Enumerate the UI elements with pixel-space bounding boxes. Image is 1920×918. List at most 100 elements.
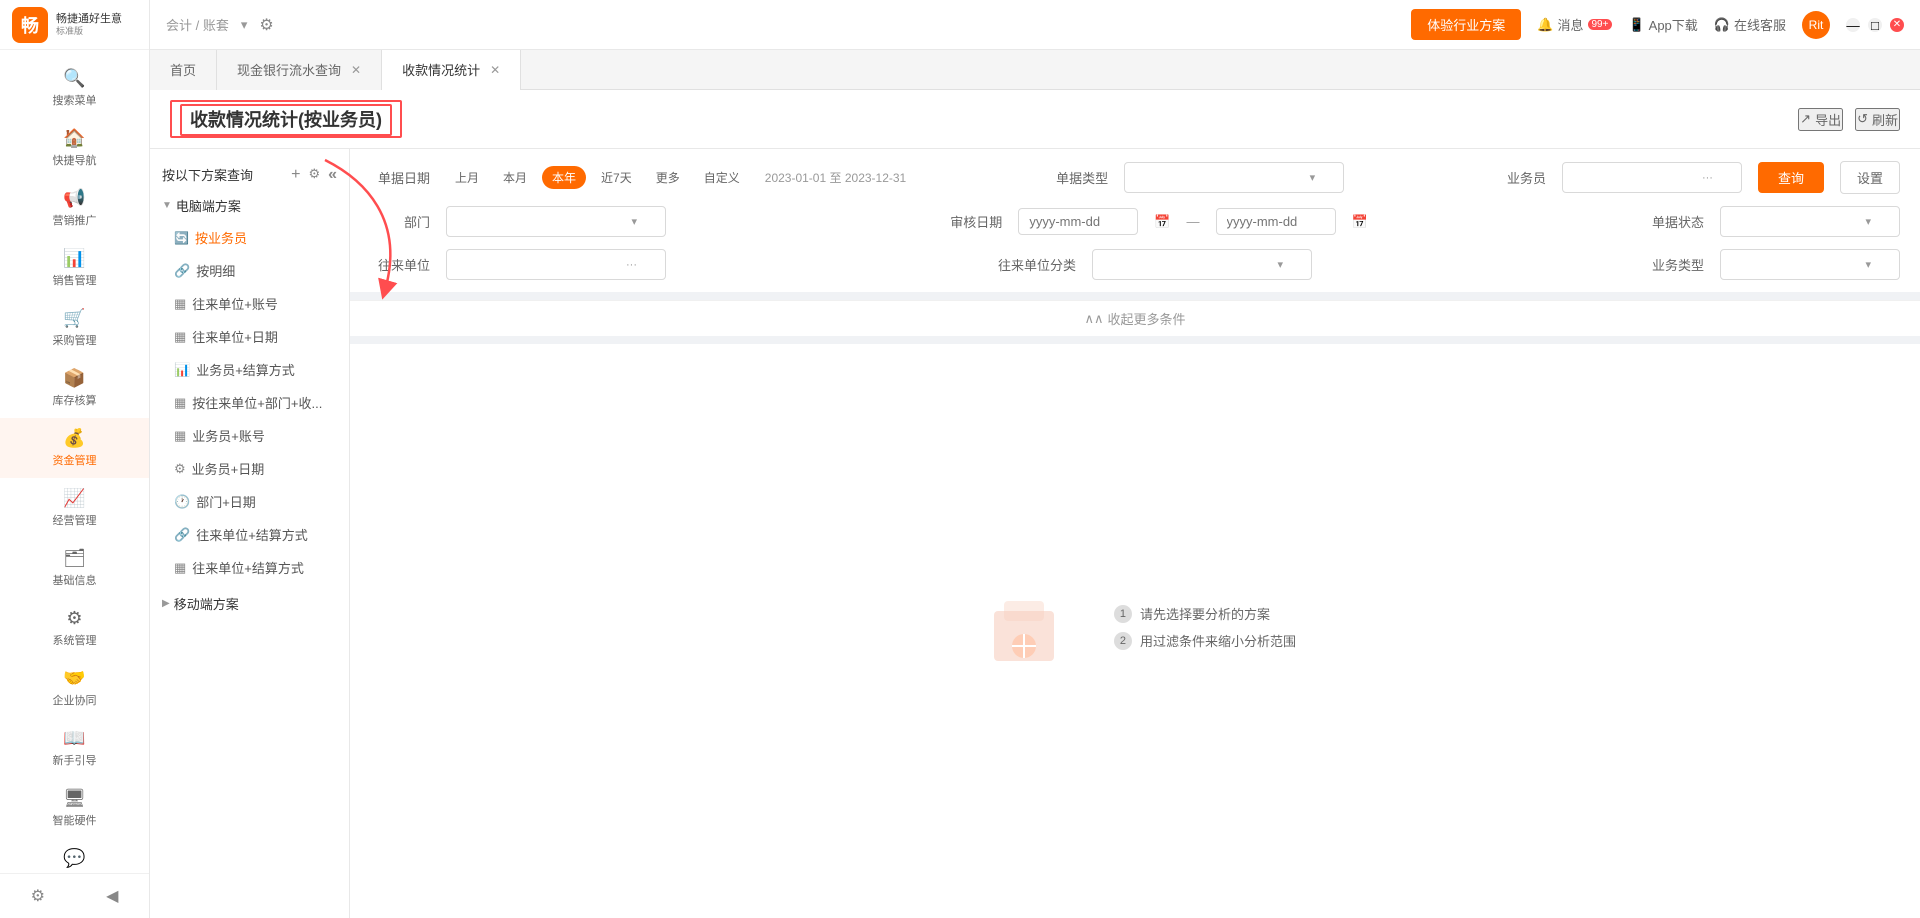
page-content: 收款情况统计(按业务员) ↗ 导出 ↺ 刷新 按以下方案查询 — [150, 90, 1920, 918]
mobile-section: ▶ 移动端方案 — [150, 588, 349, 619]
panel-add-btn[interactable]: + — [291, 166, 300, 184]
tab-receipt-stats[interactable]: 收款情况统计 ✕ — [382, 50, 521, 90]
page-title: 收款情况统计(按业务员) — [180, 104, 392, 136]
date-dash: — — [1187, 214, 1200, 229]
notification-btn[interactable]: 🔔 消息 99+ — [1537, 15, 1612, 34]
inventory-icon: 📦 — [63, 368, 85, 389]
sidebar-item-wechat[interactable]: 💬 企业微信 — [0, 838, 149, 873]
filter-area: 单据日期 上月 本月 本年 近7天 更多 自定义 2023-01-01 至 — [350, 149, 1920, 292]
sidebar-collapse-btn[interactable]: ◀ — [106, 886, 118, 906]
tab-home[interactable]: 首页 — [150, 50, 217, 90]
tab-receipt-stats-close[interactable]: ✕ — [490, 63, 500, 77]
sidebar-item-inventory[interactable]: 📦 库存核算 — [0, 358, 149, 418]
dept-select[interactable]: ▾ — [446, 206, 666, 237]
more-btn[interactable]: 更多 — [647, 165, 689, 190]
voucher-status-select[interactable]: ▾ — [1720, 206, 1900, 237]
review-date-to[interactable] — [1216, 208, 1336, 235]
maximize-btn[interactable]: □ — [1868, 18, 1882, 32]
sidebar-item-marketing[interactable]: 📢 营销推广 — [0, 178, 149, 238]
counterpart-select[interactable]: ··· — [446, 249, 666, 280]
counterpart-category-label: 往来单位分类 — [998, 255, 1076, 274]
panel-item-dept-date[interactable]: 🕐 部门+日期 — [150, 485, 349, 518]
export-btn[interactable]: ↗ 导出 — [1798, 108, 1843, 131]
salesperson-select[interactable]: ··· — [1562, 162, 1742, 193]
sidebar-item-finance[interactable]: 💰 资金管理 — [0, 418, 149, 478]
custom-btn[interactable]: 自定义 — [695, 165, 749, 190]
last-7-days-btn[interactable]: 近7天 — [592, 165, 641, 190]
panel-settings-btn[interactable]: ⚙ — [308, 166, 320, 184]
business-type-select[interactable]: ▾ — [1720, 249, 1900, 280]
sidebar-settings-btn[interactable]: ⚙ — [31, 886, 45, 906]
sidebar-item-quick-nav[interactable]: 🏠 快捷导航 — [0, 118, 149, 178]
notification-icon: 🔔 — [1537, 17, 1553, 33]
this-month-btn[interactable]: 本月 — [494, 165, 536, 190]
collapse-arrow-icon: ∧∧ — [1084, 311, 1103, 327]
breadcrumb: 会计 / 账套 — [166, 15, 229, 34]
sidebar-item-sales[interactable]: 📊 销售管理 — [0, 238, 149, 298]
enterprise-icon: 🤝 — [63, 668, 85, 689]
page-header: 收款情况统计(按业务员) ↗ 导出 ↺ 刷新 — [150, 90, 1920, 149]
close-btn[interactable]: ✕ — [1890, 18, 1904, 32]
panel-item-counterpart-account[interactable]: ▦ 往来单位+账号 — [150, 287, 349, 320]
sidebar-item-guide[interactable]: 📖 新手引导 — [0, 718, 149, 778]
empty-steps: 1 请先选择要分析的方案 2 用过滤条件来缩小分析范围 — [1114, 604, 1296, 658]
settings-btn[interactable]: 设置 — [1840, 161, 1900, 194]
sidebar-item-system[interactable]: ⚙ 系统管理 — [0, 598, 149, 658]
this-year-btn[interactable]: 本年 — [542, 166, 586, 189]
panel-item-by-salesperson[interactable]: 🔄 按业务员 — [150, 221, 349, 254]
counterpart-settlement1-icon: 🔗 — [174, 527, 190, 543]
logo-text: 畅捷通好生意 标准版 — [56, 12, 122, 38]
app-download-btn[interactable]: 📱 App下载 — [1628, 15, 1697, 34]
page-header-actions: ↗ 导出 ↺ 刷新 — [1798, 108, 1900, 131]
mobile-section-title[interactable]: ▶ 移动端方案 — [150, 588, 349, 619]
online-service-btn[interactable]: 🎧 在线客服 — [1714, 15, 1786, 34]
prev-month-btn[interactable]: 上月 — [446, 165, 488, 190]
minimize-btn[interactable]: — — [1846, 18, 1860, 32]
voucher-status-arrow: ▾ — [1865, 215, 1871, 228]
voucher-type-select[interactable]: ▾ — [1124, 162, 1344, 193]
panel-collapse-btn[interactable]: « — [328, 166, 337, 184]
dept-arrow: ▾ — [631, 215, 637, 228]
left-panel: 按以下方案查询 + ⚙ « ▼ 电脑端方案 🔄 按业务员 — [150, 149, 350, 918]
business-type-arrow: ▾ — [1865, 258, 1871, 271]
empty-illustration — [974, 581, 1074, 681]
empty-step-2: 2 用过滤条件来缩小分析范围 — [1114, 631, 1296, 650]
collapse-bar[interactable]: ∧∧ 收起更多条件 — [350, 300, 1920, 336]
user-avatar[interactable]: Rit — [1802, 11, 1830, 39]
panel-item-salesperson-account[interactable]: ▦ 业务员+账号 — [150, 419, 349, 452]
sales-icon: 📊 — [63, 248, 85, 269]
query-btn[interactable]: 查询 — [1758, 162, 1824, 193]
counterpart-category-select[interactable]: ▾ — [1092, 249, 1312, 280]
panel-item-counterpart-dept[interactable]: ▦ 按往来单位+部门+收... — [150, 386, 349, 419]
panel-item-salesperson-settlement[interactable]: 📊 业务员+结算方式 — [150, 353, 349, 386]
panel-item-by-detail[interactable]: 🔗 按明细 — [150, 254, 349, 287]
logo-icon: 畅 — [12, 7, 48, 43]
logo-area: 畅 畅捷通好生意 标准版 — [0, 0, 149, 50]
review-date-to-calendar[interactable]: 📅 — [1352, 214, 1368, 230]
refresh-btn[interactable]: ↺ 刷新 — [1855, 108, 1900, 131]
desktop-section-title[interactable]: ▼ 电脑端方案 — [150, 190, 349, 221]
panel-item-counterpart-date[interactable]: ▦ 往来单位+日期 — [150, 320, 349, 353]
topbar-gear-icon[interactable]: ⚙ — [259, 15, 273, 35]
tab-bank-flow-close[interactable]: ✕ — [351, 63, 361, 77]
sidebar-item-search-menu[interactable]: 🔍 搜索菜单 — [0, 58, 149, 118]
sidebar-item-hardware[interactable]: 🖥 智能硬件 — [0, 778, 149, 838]
filter-row-1: 单据日期 上月 本月 本年 近7天 更多 自定义 2023-01-01 至 — [370, 161, 1900, 194]
tab-bank-flow[interactable]: 现金银行流水查询 ✕ — [217, 50, 382, 90]
panel-item-salesperson-date[interactable]: ⚙ 业务员+日期 — [150, 452, 349, 485]
panel-item-counterpart-settlement1[interactable]: 🔗 往来单位+结算方式 — [150, 518, 349, 551]
salesperson-date-icon: ⚙ — [174, 461, 186, 477]
sidebar-item-business[interactable]: 📈 经营管理 — [0, 478, 149, 538]
topbar-dropdown-icon[interactable]: ▾ — [241, 17, 248, 33]
trial-btn[interactable]: 体验行业方案 — [1411, 9, 1521, 40]
panel-item-counterpart-settlement2[interactable]: ▦ 往来单位+结算方式 — [150, 551, 349, 584]
review-date-label: 审核日期 — [942, 212, 1002, 231]
sidebar-item-basic[interactable]: 🗂 基础信息 — [0, 538, 149, 598]
sidebar-item-purchase[interactable]: 🛒 采购管理 — [0, 298, 149, 358]
review-date-from[interactable] — [1018, 208, 1138, 235]
review-date-from-calendar[interactable]: 📅 — [1154, 214, 1170, 230]
sidebar-footer: ⚙ ◀ — [0, 873, 149, 918]
sidebar-item-enterprise[interactable]: 🤝 企业协同 — [0, 658, 149, 718]
business-type-label: 业务类型 — [1644, 255, 1704, 274]
topbar: 会计 / 账套 ▾ ⚙ 体验行业方案 🔔 消息 99+ 📱 App下载 🎧 在线… — [150, 0, 1920, 50]
